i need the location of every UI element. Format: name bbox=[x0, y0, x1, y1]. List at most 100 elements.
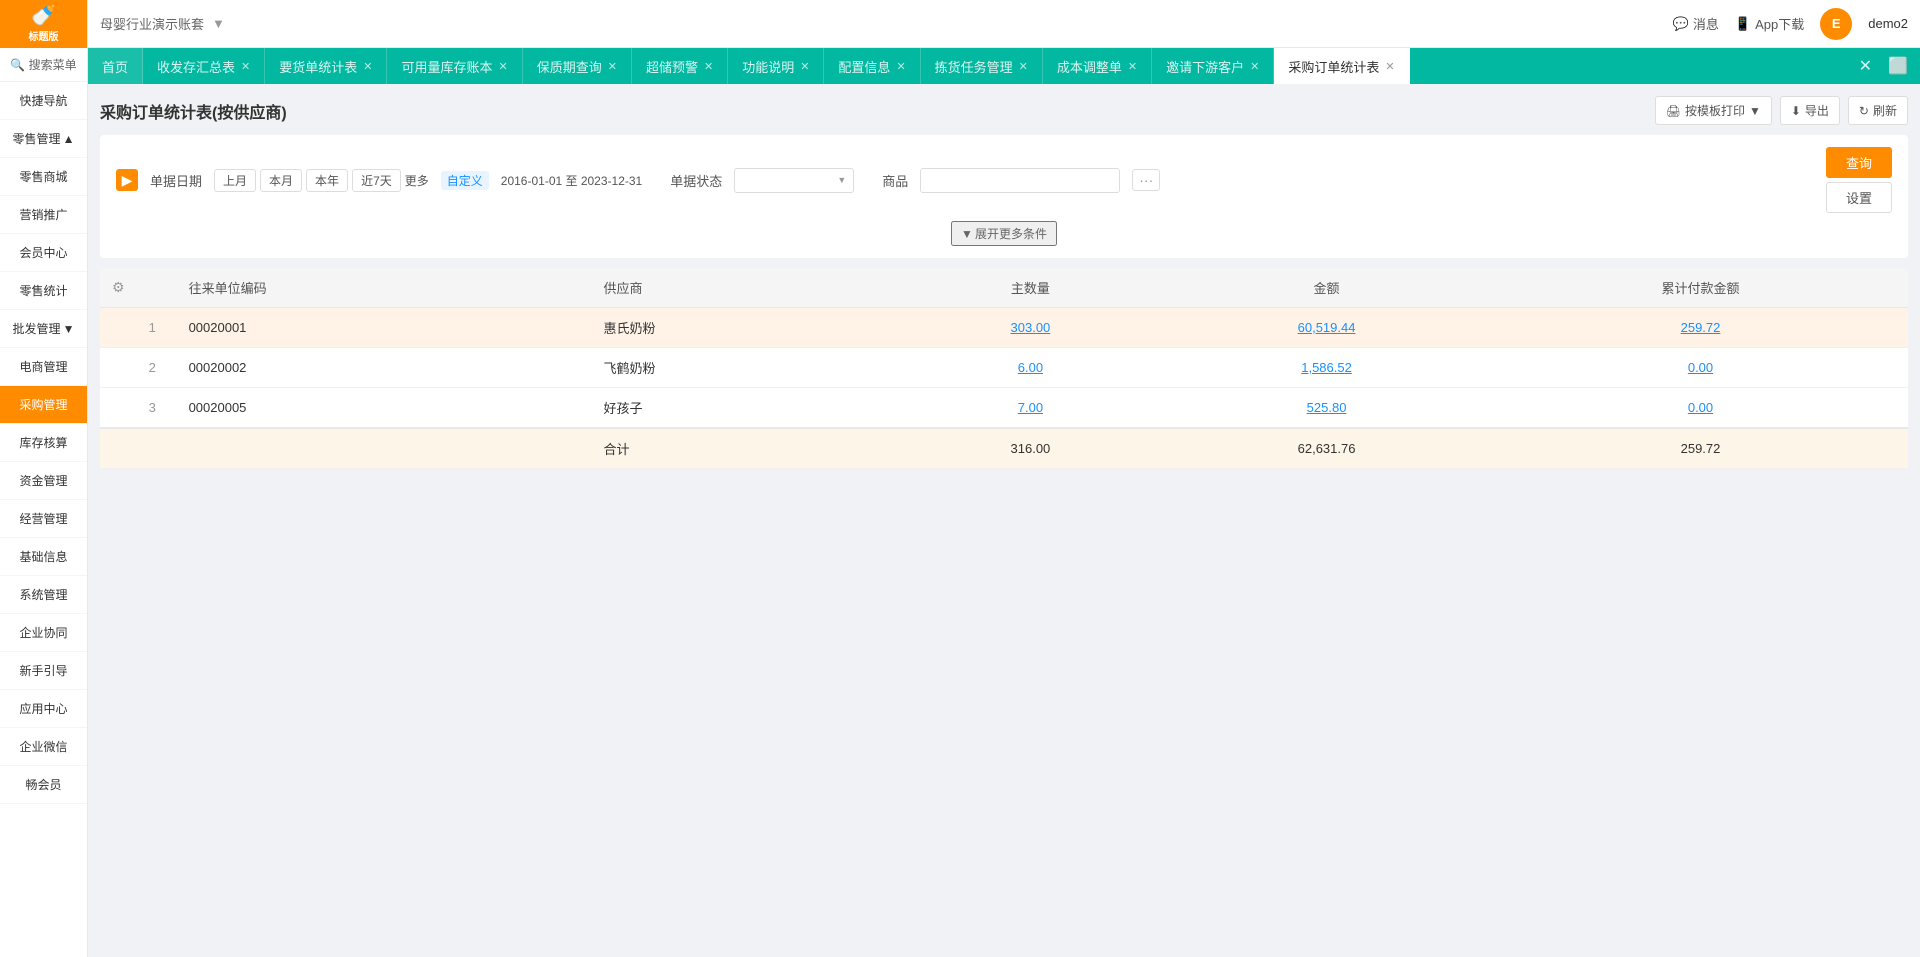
paid-link[interactable]: 259.72 bbox=[1681, 320, 1721, 335]
paid-link[interactable]: 0.00 bbox=[1688, 400, 1713, 415]
tab-warranty-query[interactable]: 保质期查询 ✕ bbox=[523, 48, 632, 84]
tab-receive-summary[interactable]: 收发存汇总表 ✕ bbox=[143, 48, 265, 84]
refresh-icon: ↻ bbox=[1859, 104, 1869, 118]
shortcut-more[interactable]: 更多 bbox=[405, 172, 429, 189]
main-area: 母婴行业演示账套 ▼ 💬 消息 📱 App下载 E demo2 首页 收发存汇总… bbox=[88, 0, 1920, 957]
sidebar-item-new-guide[interactable]: 新手引导 bbox=[0, 652, 87, 690]
settings-btn[interactable]: 设置 bbox=[1826, 182, 1892, 213]
shortcut-last-month[interactable]: 上月 bbox=[214, 169, 256, 192]
sidebar-item-member[interactable]: 畅会员 bbox=[0, 766, 87, 804]
tab-pick-task[interactable]: 拣货任务管理 ✕ bbox=[921, 48, 1043, 84]
filter-goods-more-btn[interactable]: ··· bbox=[1132, 169, 1160, 191]
sidebar-item-app-center[interactable]: 应用中心 bbox=[0, 690, 87, 728]
table-header-row: ⚙ 往来单位编码 供应商 主数量 金额 累计付款金额 bbox=[100, 268, 1908, 308]
sidebar-item-retail-stats[interactable]: 零售统计 bbox=[0, 272, 87, 310]
avatar-initials: E bbox=[1832, 16, 1841, 31]
row-amount: 1,586.52 bbox=[1160, 348, 1493, 388]
tab-pick-task-close[interactable]: ✕ bbox=[1019, 60, 1028, 73]
tab-invite-downstream[interactable]: 邀请下游客户 ✕ bbox=[1152, 48, 1274, 84]
sidebar-item-new-guide-label: 新手引导 bbox=[19, 664, 67, 678]
tab-warranty-query-close[interactable]: ✕ bbox=[608, 60, 617, 73]
tab-available-inventory-label: 可用量库存账本 bbox=[401, 57, 492, 76]
shortcut-this-month[interactable]: 本月 bbox=[260, 169, 302, 192]
tab-order-stats[interactable]: 要货单统计表 ✕ bbox=[265, 48, 387, 84]
tab-available-inventory[interactable]: 可用量库存账本 ✕ bbox=[387, 48, 522, 84]
sidebar-item-operations[interactable]: 经营管理 bbox=[0, 500, 87, 538]
filter-toggle-btn[interactable]: ▶ bbox=[116, 169, 138, 191]
expand-row: ▼ 展开更多条件 bbox=[116, 221, 1892, 246]
sidebar-item-purchase[interactable]: 采购管理 bbox=[0, 386, 87, 424]
footer-label bbox=[177, 428, 592, 469]
sidebar-item-retail-mgmt[interactable]: 零售管理 ▲ bbox=[0, 120, 87, 158]
expand-btn[interactable]: ▼ 展开更多条件 bbox=[951, 221, 1057, 246]
main-qty-link[interactable]: 303.00 bbox=[1011, 320, 1051, 335]
sidebar-item-finance-label: 资金管理 bbox=[19, 474, 67, 488]
tab-config-info-close[interactable]: ✕ bbox=[896, 60, 905, 73]
row-settings-cell bbox=[100, 308, 137, 348]
message-icon: 💬 bbox=[1673, 16, 1689, 32]
tab-cost-adjust[interactable]: 成本调整单 ✕ bbox=[1043, 48, 1152, 84]
export-btn[interactable]: ⬇ 导出 bbox=[1780, 96, 1840, 125]
tab-receive-summary-close[interactable]: ✕ bbox=[241, 60, 250, 73]
tab-home[interactable]: 首页 bbox=[88, 48, 143, 84]
sidebar-item-members[interactable]: 会员中心 bbox=[0, 234, 87, 272]
tab-over-stock-label: 超储预警 bbox=[646, 57, 698, 76]
sidebar-item-finance[interactable]: 资金管理 bbox=[0, 462, 87, 500]
tab-over-stock-close[interactable]: ✕ bbox=[704, 60, 713, 73]
refresh-label: 刷新 bbox=[1873, 102, 1897, 119]
tab-function-desc[interactable]: 功能说明 ✕ bbox=[728, 48, 824, 84]
tab-function-desc-close[interactable]: ✕ bbox=[800, 60, 809, 73]
sidebar-item-marketing-label: 营销推广 bbox=[19, 208, 67, 222]
sidebar-item-marketing[interactable]: 营销推广 bbox=[0, 196, 87, 234]
table-settings-icon[interactable]: ⚙ bbox=[112, 279, 125, 295]
row-supplier-name: 惠氏奶粉 bbox=[592, 308, 901, 348]
app-download-btn[interactable]: 📱 App下载 bbox=[1735, 14, 1804, 33]
sidebar-item-ecommerce[interactable]: 电商管理 bbox=[0, 348, 87, 386]
tab-purchase-order-stats[interactable]: 采购订单统计表 ✕ bbox=[1274, 48, 1409, 84]
filter-goods-input[interactable] bbox=[920, 168, 1120, 193]
tab-cost-adjust-close[interactable]: ✕ bbox=[1128, 60, 1137, 73]
sidebar-item-inventory[interactable]: 库存核算 bbox=[0, 424, 87, 462]
data-table-container: ⚙ 往来单位编码 供应商 主数量 金额 累计付款金额 1 00020001 惠氏… bbox=[100, 268, 1908, 469]
tab-config-info[interactable]: 配置信息 ✕ bbox=[824, 48, 920, 84]
row-main-qty: 6.00 bbox=[901, 348, 1160, 388]
sidebar-search[interactable]: 🔍 搜索菜单 bbox=[0, 48, 87, 82]
sidebar-item-sys-mgmt[interactable]: 系统管理 bbox=[0, 576, 87, 614]
search-btn[interactable]: 查询 bbox=[1826, 147, 1892, 178]
tab-home-label: 首页 bbox=[102, 57, 128, 76]
tab-available-inventory-close[interactable]: ✕ bbox=[499, 60, 508, 73]
amount-link[interactable]: 60,519.44 bbox=[1298, 320, 1356, 335]
tabbar-maximize-btn[interactable]: ⬜ bbox=[1884, 54, 1912, 78]
main-qty-link[interactable]: 7.00 bbox=[1018, 400, 1043, 415]
shortcut-7days[interactable]: 近7天 bbox=[352, 169, 401, 192]
row-settings-cell bbox=[100, 388, 137, 429]
message-btn[interactable]: 💬 消息 bbox=[1673, 14, 1719, 33]
tab-over-stock[interactable]: 超储预警 ✕ bbox=[632, 48, 728, 84]
sidebar-item-wholesale[interactable]: 批发管理 ▼ bbox=[0, 310, 87, 348]
print-btn[interactable]: 🖨 按模板打印 ▼ bbox=[1655, 96, 1772, 125]
sidebar-item-retail-shop[interactable]: 零售商城 bbox=[0, 158, 87, 196]
footer-main-qty: 316.00 bbox=[901, 428, 1160, 469]
topbar-right: 💬 消息 📱 App下载 E demo2 bbox=[1673, 8, 1908, 40]
sidebar-item-basic-info[interactable]: 基础信息 bbox=[0, 538, 87, 576]
tab-purchase-order-stats-close[interactable]: ✕ bbox=[1385, 60, 1394, 73]
sidebar-item-purchase-label: 采购管理 bbox=[19, 398, 67, 412]
user-avatar[interactable]: E bbox=[1820, 8, 1852, 40]
footer-amount: 62,631.76 bbox=[1160, 428, 1493, 469]
sidebar-item-shortcut[interactable]: 快捷导航 bbox=[0, 82, 87, 120]
tab-invite-downstream-close[interactable]: ✕ bbox=[1250, 60, 1259, 73]
tabbar-close-btn[interactable]: ✕ bbox=[1855, 54, 1876, 78]
chevron-down-icon: ▼ bbox=[63, 322, 75, 336]
amount-link[interactable]: 1,586.52 bbox=[1301, 360, 1352, 375]
shortcut-this-year[interactable]: 本年 bbox=[306, 169, 348, 192]
row-paid-amount: 0.00 bbox=[1493, 388, 1908, 429]
amount-link[interactable]: 525.80 bbox=[1307, 400, 1347, 415]
main-qty-link[interactable]: 6.00 bbox=[1018, 360, 1043, 375]
filter-status-select[interactable] bbox=[734, 168, 854, 193]
sidebar-item-corp-wechat[interactable]: 企业微信 bbox=[0, 728, 87, 766]
tab-order-stats-close[interactable]: ✕ bbox=[363, 60, 372, 73]
refresh-btn[interactable]: ↻ 刷新 bbox=[1848, 96, 1908, 125]
paid-link[interactable]: 0.00 bbox=[1688, 360, 1713, 375]
row-supplier-name: 好孩子 bbox=[592, 388, 901, 429]
sidebar-item-collab[interactable]: 企业协同 bbox=[0, 614, 87, 652]
